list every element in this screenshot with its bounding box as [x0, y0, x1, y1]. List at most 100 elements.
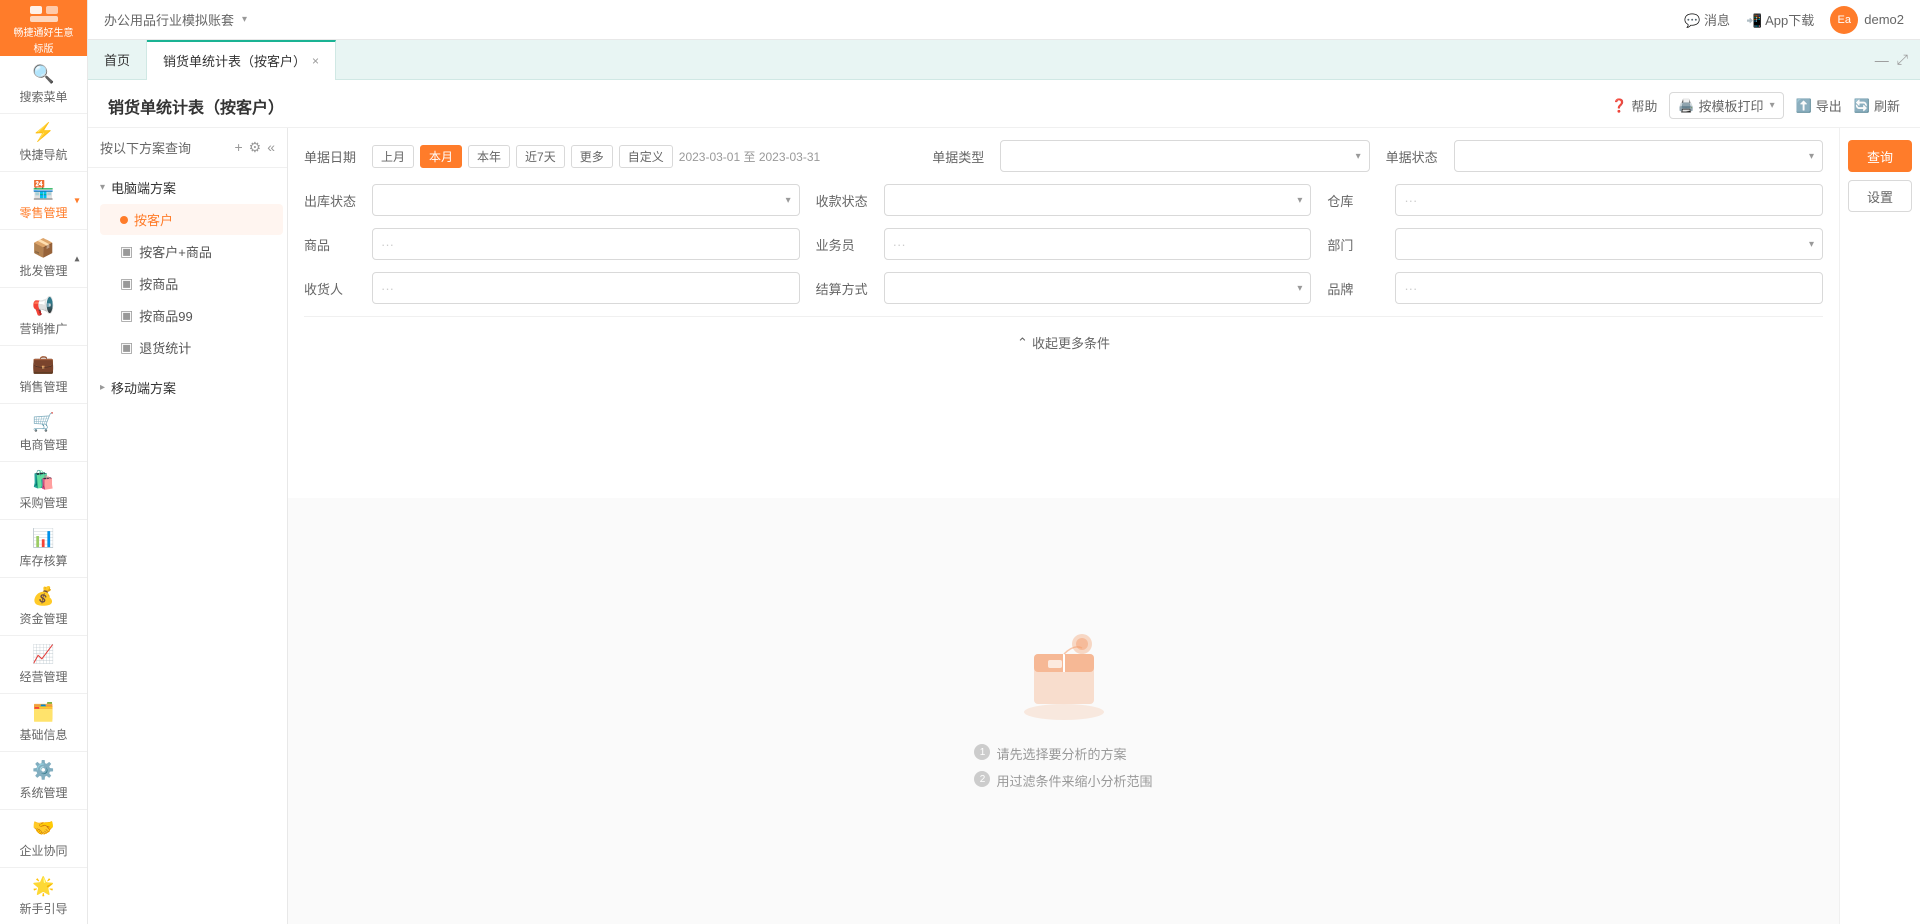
order-status-input[interactable]: ▾	[1454, 140, 1823, 172]
tab-home[interactable]: 首页	[88, 40, 147, 80]
app-download-btn[interactable]: 📲 App下载	[1746, 10, 1814, 29]
help-icon: ❓	[1611, 98, 1627, 114]
scheme-item-by-customer[interactable]: 按客户	[100, 204, 283, 235]
export-icon: ⬆️	[1796, 98, 1812, 114]
scheme-item-label: 按商品99	[139, 306, 192, 325]
goods-input[interactable]: ···	[372, 228, 800, 260]
outbound-input[interactable]: ▾	[372, 184, 800, 216]
filter-row-4: 收货人 ··· 结算方式 ▾	[304, 272, 1823, 304]
payment-input[interactable]: ▾	[884, 184, 1312, 216]
staff-input[interactable]: ···	[884, 228, 1312, 260]
export-label: 导出	[1816, 96, 1842, 115]
date-btn-more[interactable]: 更多	[571, 145, 613, 168]
topbar-dropdown-icon[interactable]: ▾	[242, 14, 247, 25]
date-btn-custom[interactable]: 自定义	[619, 145, 673, 168]
sidebar-item-search[interactable]: 🔍 搜索菜单	[0, 56, 88, 114]
date-btn-7days[interactable]: 近7天	[516, 145, 565, 168]
warehouse-input[interactable]: ···	[1395, 184, 1823, 216]
date-btn-this-year[interactable]: 本年	[468, 145, 510, 168]
payment-label: 收款状态	[816, 191, 876, 210]
scheme-item-by-customer-goods[interactable]: ▣ 按客户+商品	[100, 236, 283, 267]
mobile-group-header[interactable]: ▸ 移动端方案	[88, 372, 287, 403]
consignee-input[interactable]: ···	[372, 272, 800, 304]
settlement-input[interactable]: ▾	[884, 272, 1312, 304]
topbar-right: 💬 消息 📲 App下载 Ea demo2	[1684, 6, 1904, 34]
help-btn[interactable]: ❓ 帮助	[1611, 96, 1657, 115]
settings-btn[interactable]: 设置	[1848, 180, 1912, 212]
sidebar-item-system[interactable]: ⚙️ 系统管理	[0, 752, 88, 810]
tabbar: 首页 销货单统计表（按客户） × — ⤢	[88, 40, 1920, 80]
sidebar-item-quicknav[interactable]: ⚡ 快捷导航	[0, 114, 88, 172]
filter-divider	[304, 316, 1823, 317]
desktop-scheme-group: ▾ 电脑端方案 按客户 ▣ 按客户+商品 ▣	[88, 168, 287, 368]
sidebar-item-newbie[interactable]: 🌟 新手引导	[0, 868, 88, 924]
sidebar-item-sales[interactable]: 💼 销售管理	[0, 346, 88, 404]
sidebar-item-inventory[interactable]: 📊 库存核算	[0, 520, 88, 578]
desktop-group-header[interactable]: ▾ 电脑端方案	[88, 172, 287, 203]
tab-active[interactable]: 销货单统计表（按客户） ×	[147, 40, 336, 80]
sidebar-item-basic[interactable]: 🗂️ 基础信息	[0, 694, 88, 752]
empty-tip-1: 1 请先选择要分析的方案	[974, 744, 1152, 763]
template-print-btn[interactable]: 🖨️ 按模板打印 ▾	[1669, 92, 1783, 119]
sidebar-item-ecommerce[interactable]: 🛒 电商管理	[0, 404, 88, 462]
payment-chevron: ▾	[1297, 195, 1302, 206]
dept-input[interactable]: ▾	[1395, 228, 1823, 260]
sidebar-quicknav-label: 快捷导航	[19, 146, 67, 163]
retail-icon: 🏪	[32, 180, 54, 201]
refresh-btn[interactable]: 🔄 刷新	[1854, 96, 1900, 115]
order-status-chevron: ▾	[1809, 151, 1814, 162]
brand-label: 品牌	[1327, 279, 1387, 298]
system-icon: ⚙️	[32, 760, 54, 781]
scheme-header: 按以下方案查询 + ⚙ «	[88, 128, 287, 168]
scheme-item-return-stats[interactable]: ▣ 退货统计	[100, 332, 283, 363]
sidebar-item-finance[interactable]: 💰 资金管理	[0, 578, 88, 636]
sidebar-item-retail[interactable]: 🏪 零售管理 ▾	[0, 172, 88, 230]
minimize-btn[interactable]: —	[1875, 52, 1889, 68]
consignee-dots: ···	[381, 281, 394, 296]
sidebar-item-purchase[interactable]: 🛍️ 采购管理	[0, 462, 88, 520]
collapse-btn[interactable]: ⌃ 收起更多条件	[1001, 329, 1126, 356]
mobile-group-label: 移动端方案	[111, 378, 176, 397]
sidebar-basic-label: 基础信息	[19, 726, 67, 743]
settings-scheme-btn[interactable]: ⚙	[249, 139, 262, 156]
refresh-label: 刷新	[1874, 96, 1900, 115]
sidebar-marketing-label: 营销推广	[19, 320, 67, 337]
scheme-item-icon: ▣	[120, 339, 133, 356]
scheme-item-by-goods[interactable]: ▣ 按商品	[100, 268, 283, 299]
finance-icon: 💰	[32, 586, 54, 607]
date-btn-this-month[interactable]: 本月	[420, 145, 462, 168]
filter-row-3: 商品 ··· 业务员 ··· 部门	[304, 228, 1823, 260]
sidebar-item-marketing[interactable]: 📢 营销推广	[0, 288, 88, 346]
content: 销货单统计表（按客户） ❓ 帮助 🖨️ 按模板打印 ▾ ⬆️ 导出 🔄 刷新	[88, 80, 1920, 924]
sidebar-item-wholesale[interactable]: 📦 批发管理 ▴	[0, 230, 88, 288]
order-type-chevron: ▾	[1356, 151, 1361, 162]
sidebar-item-operations[interactable]: 📈 经营管理	[0, 636, 88, 694]
scheme-item-by-goods-99[interactable]: ▣ 按商品99	[100, 300, 283, 331]
operations-icon: 📈	[32, 644, 54, 665]
close-tab-btn[interactable]: ×	[312, 54, 319, 68]
order-type-label: 单据类型	[932, 147, 992, 166]
tip2-text: 用过滤条件来缩小分析范围	[996, 771, 1152, 790]
sidebar-purchase-label: 采购管理	[19, 494, 67, 511]
date-btn-last-month[interactable]: 上月	[372, 145, 414, 168]
scheme-item-icon: ▣	[120, 307, 133, 324]
maximize-btn[interactable]: ⤢	[1897, 51, 1908, 68]
order-status-label: 单据状态	[1386, 147, 1446, 166]
sidebar-search-label: 搜索菜单	[19, 88, 67, 105]
collapse-scheme-btn[interactable]: «	[267, 139, 275, 156]
message-btn[interactable]: 💬 消息	[1684, 10, 1730, 29]
sidebar-sales-label: 销售管理	[19, 378, 67, 395]
order-type-input[interactable]: ▾	[1000, 140, 1369, 172]
user-area[interactable]: Ea demo2	[1830, 6, 1904, 34]
search-icon: 🔍	[32, 64, 54, 85]
page-actions: ❓ 帮助 🖨️ 按模板打印 ▾ ⬆️ 导出 🔄 刷新	[1611, 92, 1900, 119]
export-btn[interactable]: ⬆️ 导出	[1796, 96, 1842, 115]
sidebar-item-enterprise[interactable]: 🤝 企业协同	[0, 810, 88, 868]
brand-input[interactable]: ···	[1395, 272, 1823, 304]
query-btn[interactable]: 查询	[1848, 140, 1912, 172]
warehouse-field: 仓库 ···	[1327, 184, 1823, 216]
help-label: 帮助	[1631, 96, 1657, 115]
message-label: 消息	[1704, 13, 1730, 28]
add-scheme-btn[interactable]: +	[234, 139, 242, 156]
collapse-label: 收起更多条件	[1032, 333, 1110, 352]
